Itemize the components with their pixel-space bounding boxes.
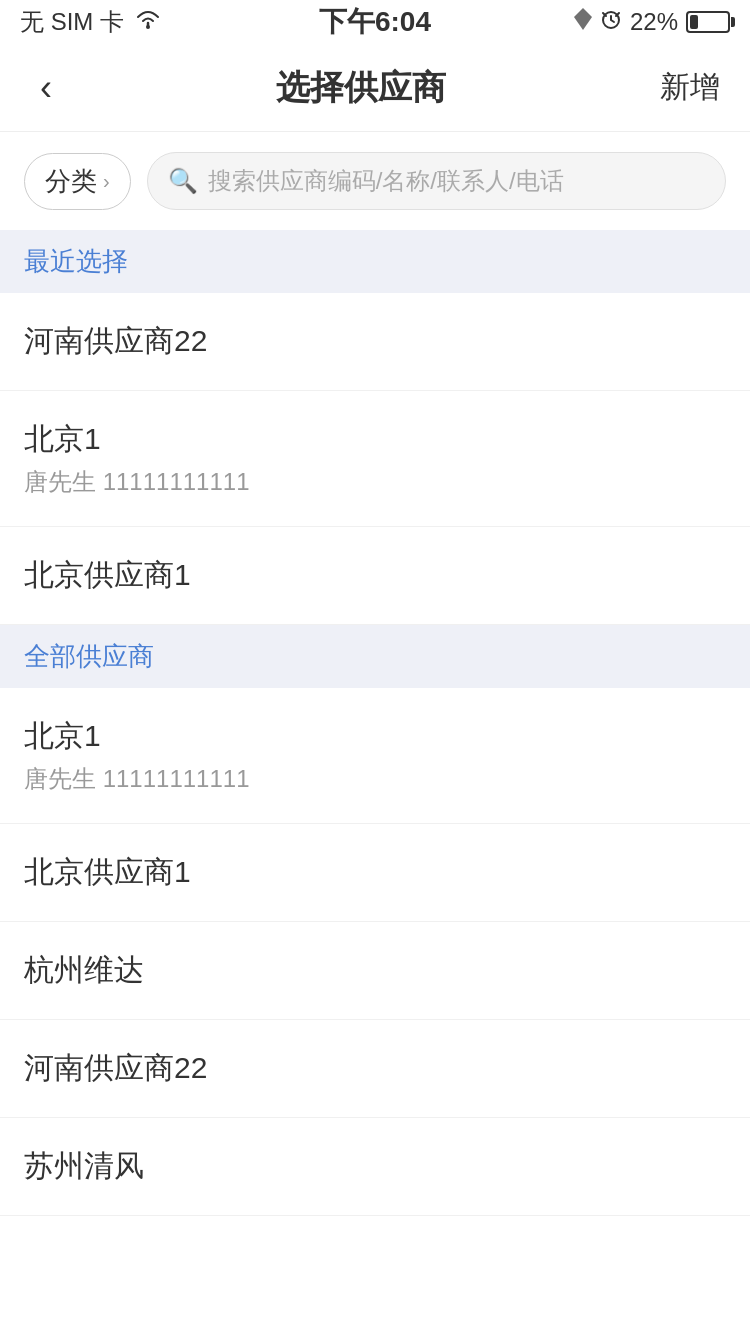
all-section-header: 全部供应商 bbox=[0, 625, 750, 688]
list-item[interactable]: 河南供应商22 bbox=[0, 293, 750, 391]
item-name: 北京1 bbox=[24, 419, 726, 460]
list-item[interactable]: 北京1 唐先生 11111111111 bbox=[0, 688, 750, 824]
recent-section-header: 最近选择 bbox=[0, 230, 750, 293]
carrier-label: 无 SIM 卡 bbox=[20, 6, 124, 38]
search-icon: 🔍 bbox=[168, 167, 198, 195]
nav-bar: ‹ 选择供应商 新增 bbox=[0, 44, 750, 132]
item-name: 河南供应商22 bbox=[24, 321, 726, 362]
category-label: 分类 bbox=[45, 164, 97, 199]
list-item[interactable]: 北京供应商1 bbox=[0, 527, 750, 625]
alarm-icon bbox=[600, 8, 622, 36]
chevron-right-icon: › bbox=[103, 170, 110, 193]
status-right: 22% bbox=[574, 8, 730, 36]
all-list: 北京1 唐先生 11111111111 北京供应商1 杭州维达 河南供应商22 … bbox=[0, 688, 750, 1216]
back-button[interactable]: ‹ bbox=[30, 57, 62, 119]
item-name: 北京供应商1 bbox=[24, 555, 726, 596]
item-contact: 唐先生 11111111111 bbox=[24, 763, 726, 795]
item-name: 河南供应商22 bbox=[24, 1048, 726, 1089]
item-contact: 唐先生 11111111111 bbox=[24, 466, 726, 498]
recent-list: 河南供应商22 北京1 唐先生 11111111111 北京供应商1 bbox=[0, 293, 750, 625]
svg-point-0 bbox=[146, 25, 150, 29]
list-item[interactable]: 河南供应商22 bbox=[0, 1020, 750, 1118]
item-name: 杭州维达 bbox=[24, 950, 726, 991]
all-section-label: 全部供应商 bbox=[24, 641, 154, 671]
recent-section-label: 最近选择 bbox=[24, 246, 128, 276]
location-icon bbox=[574, 8, 592, 36]
list-item[interactable]: 苏州清风 bbox=[0, 1118, 750, 1216]
item-name: 苏州清风 bbox=[24, 1146, 726, 1187]
status-time: 下午6:04 bbox=[319, 3, 431, 41]
list-item[interactable]: 北京1 唐先生 11111111111 bbox=[0, 391, 750, 527]
item-name: 北京1 bbox=[24, 716, 726, 757]
list-item[interactable]: 杭州维达 bbox=[0, 922, 750, 1020]
wifi-icon bbox=[134, 8, 162, 36]
page-title: 选择供应商 bbox=[276, 65, 446, 111]
battery-percent: 22% bbox=[630, 8, 678, 36]
battery-icon bbox=[686, 11, 730, 33]
status-left: 无 SIM 卡 bbox=[20, 6, 162, 38]
add-button[interactable]: 新增 bbox=[660, 67, 720, 108]
filter-bar: 分类 › 🔍 搜索供应商编码/名称/联系人/电话 bbox=[0, 132, 750, 230]
item-name: 北京供应商1 bbox=[24, 852, 726, 893]
category-filter[interactable]: 分类 › bbox=[24, 153, 131, 210]
list-item[interactable]: 北京供应商1 bbox=[0, 824, 750, 922]
status-bar: 无 SIM 卡 下午6:04 22% bbox=[0, 0, 750, 44]
search-placeholder: 搜索供应商编码/名称/联系人/电话 bbox=[208, 165, 564, 197]
search-box[interactable]: 🔍 搜索供应商编码/名称/联系人/电话 bbox=[147, 152, 726, 210]
